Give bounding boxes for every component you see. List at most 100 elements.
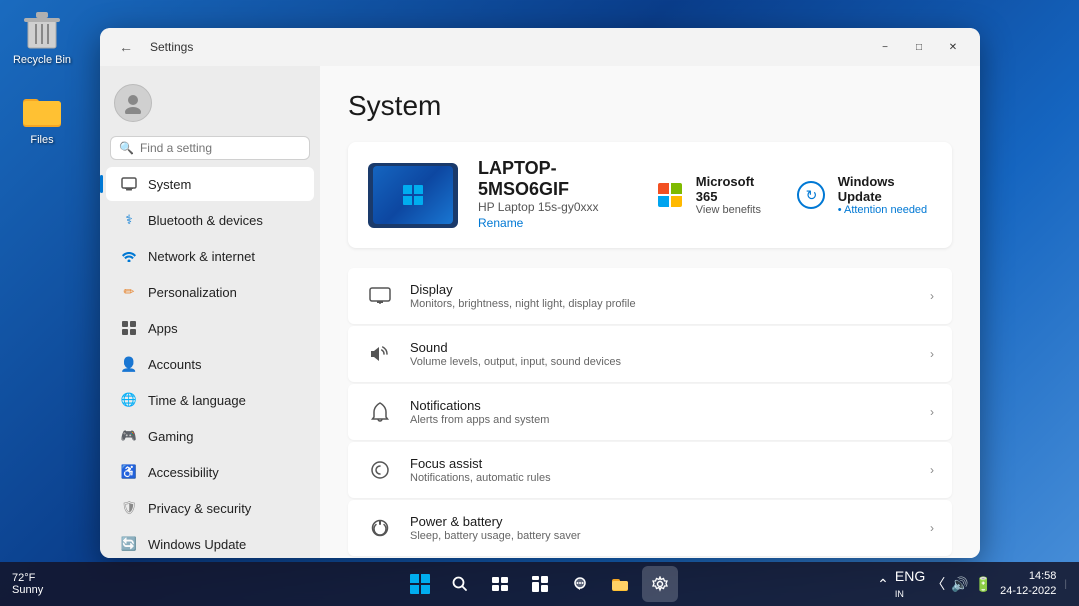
notifications-chevron: › (930, 405, 934, 419)
settings-list: Display Monitors, brightness, night ligh… (348, 268, 952, 558)
network-icon (120, 247, 138, 265)
focus-desc: Notifications, automatic rules (410, 472, 914, 484)
sidebar-item-network[interactable]: Network & internet (106, 239, 314, 273)
files-icon[interactable]: Files (10, 90, 74, 146)
ms365-extra: Microsoft 365 View benefits (653, 174, 771, 216)
windows-update-icon: 🔄 (120, 535, 138, 553)
power-text: Power & battery Sleep, battery usage, ba… (410, 514, 914, 542)
sidebar-user (100, 74, 320, 136)
gaming-icon: 🎮 (120, 427, 138, 445)
window-title: Settings (150, 40, 193, 54)
settings-body: 🔍 System ⚕ Bluetoo (100, 66, 980, 558)
update-title: Windows Update (838, 174, 932, 204)
sound-title: Sound (410, 340, 914, 355)
sidebar-item-bluetooth-label: Bluetooth & devices (148, 213, 263, 228)
chat-button[interactable] (562, 566, 598, 602)
ms365-subtitle: View benefits (696, 204, 771, 216)
speaker-icon[interactable]: 🔊 (951, 576, 968, 593)
sidebar-item-apps-label: Apps (148, 321, 178, 336)
privacy-icon: 🛡 (120, 499, 138, 517)
settings-taskbar-button[interactable] (642, 566, 678, 602)
sidebar-item-gaming[interactable]: 🎮 Gaming (106, 419, 314, 453)
taskbar-center (402, 566, 678, 602)
sound-icon (366, 340, 394, 368)
avatar[interactable] (114, 84, 152, 122)
clock[interactable]: 14:58 24-12-2022 (1000, 569, 1056, 600)
minimize-button[interactable]: − (870, 36, 900, 58)
sidebar-item-system[interactable]: System (106, 167, 314, 201)
sidebar-item-personalization-label: Personalization (148, 285, 237, 300)
files-image (22, 90, 62, 130)
device-info: LAPTOP-5MSO6GIF HP Laptop 15s-gy0xxx Ren… (478, 158, 633, 232)
settings-item-focus[interactable]: Focus assist Notifications, automatic ru… (348, 442, 952, 498)
sidebar-item-bluetooth[interactable]: ⚕ Bluetooth & devices (106, 203, 314, 237)
accounts-icon: 👤 (120, 355, 138, 373)
back-button[interactable]: ← (112, 33, 140, 61)
taskbar-weather[interactable]: 72°F Sunny (12, 572, 43, 596)
maximize-button[interactable]: □ (904, 36, 934, 58)
time-display: 14:58 (1000, 569, 1056, 584)
focus-title: Focus assist (410, 456, 914, 471)
device-card: LAPTOP-5MSO6GIF HP Laptop 15s-gy0xxx Ren… (348, 142, 952, 248)
recycle-bin-image (22, 10, 62, 50)
ms365-text: Microsoft 365 View benefits (696, 174, 771, 216)
recycle-bin-icon[interactable]: Recycle Bin (10, 10, 74, 66)
desktop: Recycle Bin Files ← Settings − □ ✕ (0, 0, 1079, 606)
battery-icon[interactable]: 🔋 (975, 576, 992, 593)
settings-item-notifications[interactable]: Notifications Alerts from apps and syste… (348, 384, 952, 440)
laptop-preview (368, 163, 458, 228)
systray: ⌃ ENG IN 〈 🔊 🔋 (877, 568, 992, 600)
title-bar-left: ← Settings (112, 33, 193, 61)
power-desc: Sleep, battery usage, battery saver (410, 530, 914, 542)
settings-window: ← Settings − □ ✕ (100, 28, 980, 558)
settings-item-sound[interactable]: Sound Volume levels, output, input, soun… (348, 326, 952, 382)
update-extra: ↻ Windows Update • Attention needed (795, 174, 932, 216)
explorer-taskbar-button[interactable] (602, 566, 638, 602)
notifications-icon (366, 398, 394, 426)
display-chevron: › (930, 289, 934, 303)
device-name: LAPTOP-5MSO6GIF (478, 158, 633, 200)
personalization-icon: ✏ (120, 283, 138, 301)
update-circle-icon: ↻ (797, 181, 825, 209)
system-icon (120, 175, 138, 193)
sidebar-item-accessibility[interactable]: ♿ Accessibility (106, 455, 314, 489)
sidebar-item-privacy[interactable]: 🛡 Privacy & security (106, 491, 314, 525)
sidebar-item-apps[interactable]: Apps (106, 311, 314, 345)
focus-text: Focus assist Notifications, automatic ru… (410, 456, 914, 484)
focus-icon (366, 456, 394, 484)
focus-chevron: › (930, 463, 934, 477)
title-bar-controls: − □ ✕ (870, 36, 968, 58)
settings-item-power[interactable]: Power & battery Sleep, battery usage, ba… (348, 500, 952, 556)
taskbar-search-button[interactable] (442, 566, 478, 602)
power-icon (366, 514, 394, 542)
sidebar-item-network-label: Network & internet (148, 249, 255, 264)
language-indicator[interactable]: ENG IN (895, 568, 925, 600)
ms365-icon (653, 177, 685, 213)
sidebar-item-windows-update[interactable]: 🔄 Windows Update (106, 527, 314, 558)
bluetooth-icon: ⚕ (120, 211, 138, 229)
device-card-extras: Microsoft 365 View benefits ↻ Windows Up… (653, 174, 932, 216)
sidebar-item-accounts[interactable]: 👤 Accounts (106, 347, 314, 381)
update-text: Windows Update • Attention needed (838, 174, 932, 216)
search-icon: 🔍 (119, 141, 134, 155)
settings-item-display[interactable]: Display Monitors, brightness, night ligh… (348, 268, 952, 324)
close-button[interactable]: ✕ (938, 36, 968, 58)
sidebar-item-personalization[interactable]: ✏ Personalization (106, 275, 314, 309)
main-panel: System LAPTOP-5MSO6GIF HP Laptop 15s-gy0… (320, 66, 980, 558)
windows-logo (403, 185, 423, 205)
systray-up-arrow[interactable]: ⌃ (877, 576, 889, 593)
display-text: Display Monitors, brightness, night ligh… (410, 282, 914, 310)
search-input[interactable] (140, 141, 301, 155)
recycle-bin-label: Recycle Bin (13, 54, 71, 66)
search-box[interactable]: 🔍 (110, 136, 310, 160)
start-button[interactable] (402, 566, 438, 602)
widgets-button[interactable] (522, 566, 558, 602)
wifi-icon[interactable]: 〈 (931, 574, 945, 594)
files-label: Files (30, 134, 53, 146)
notifications-title: Notifications (410, 398, 914, 413)
task-view-button[interactable] (482, 566, 518, 602)
show-desktop-button[interactable]: | (1064, 579, 1067, 590)
rename-link[interactable]: Rename (478, 216, 523, 230)
sidebar-item-time-language[interactable]: 🌐 Time & language (106, 383, 314, 417)
notifications-text: Notifications Alerts from apps and syste… (410, 398, 914, 426)
